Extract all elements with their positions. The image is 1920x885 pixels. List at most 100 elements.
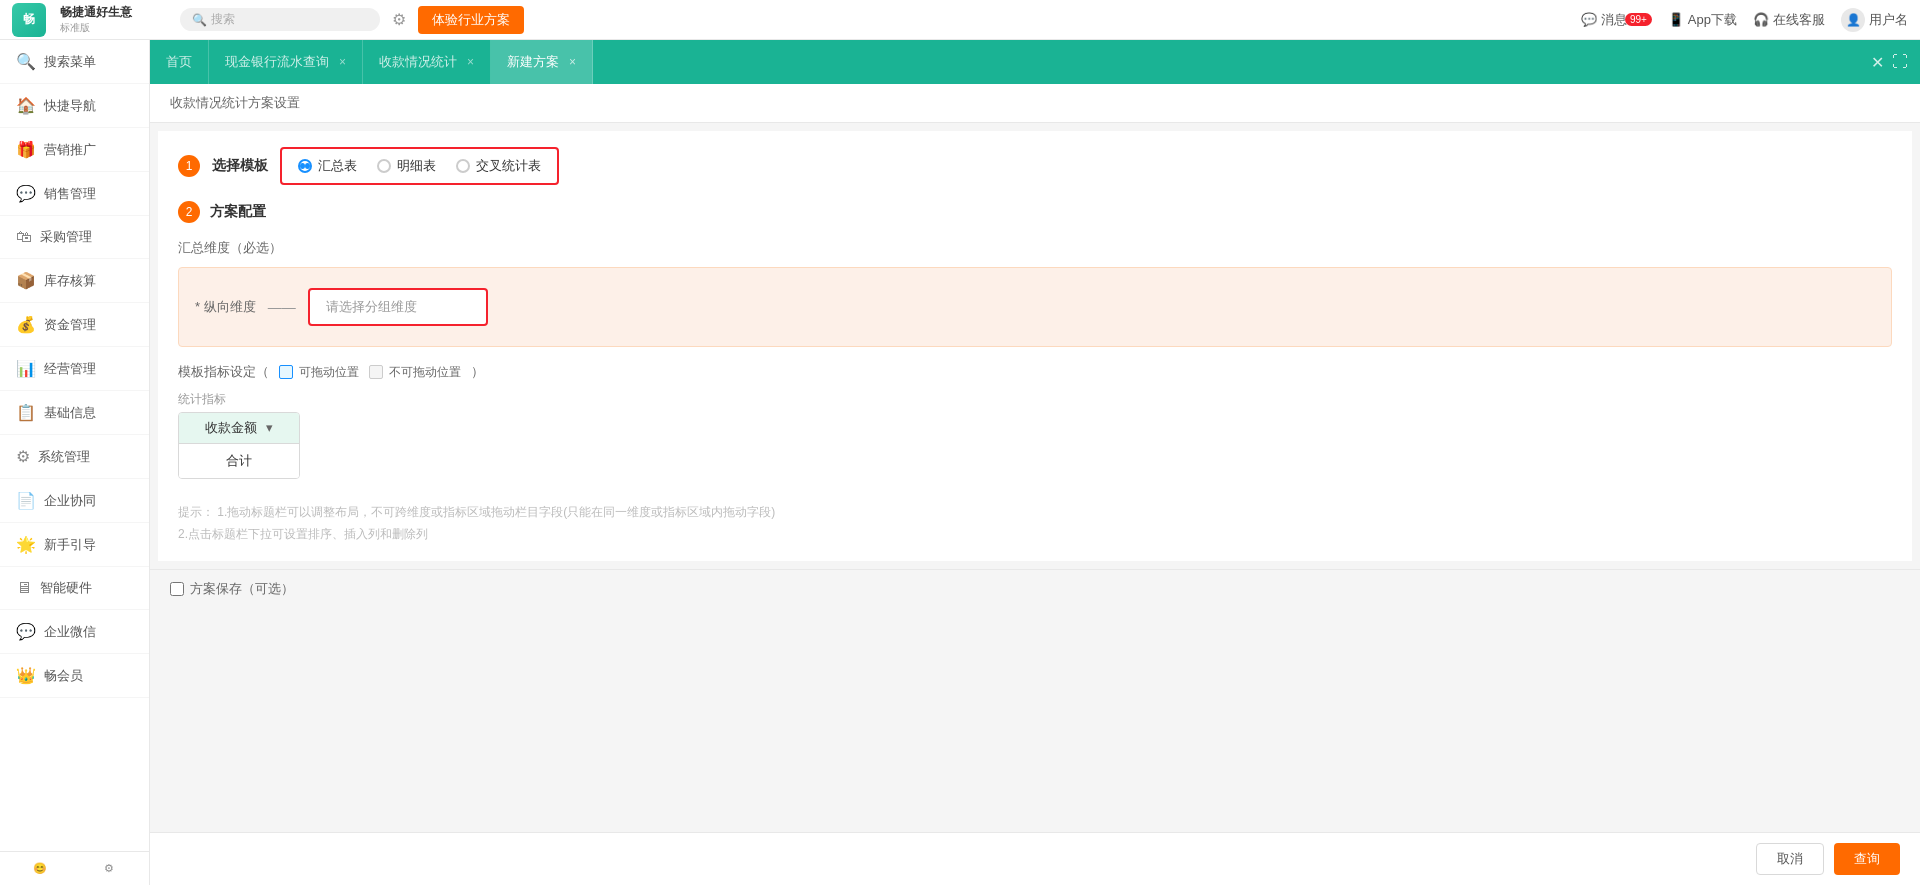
- top-right-area: 💬 消息 99+ 📱 App下载 🎧 在线客服 👤 用户名: [1581, 8, 1908, 32]
- sidebar-item-purchase[interactable]: 🛍 采购管理: [0, 216, 149, 259]
- metrics-table: 收款金额 ▾ 合计: [178, 412, 300, 479]
- sidebar-item-label: 畅会员: [44, 667, 83, 685]
- sidebar-item-label: 快捷导航: [44, 97, 96, 115]
- step2-section: 2 方案配置 汇总维度（必选） * 纵向维度 —— 请选择分组维度: [178, 201, 1892, 545]
- sidebar-item-smart-hw[interactable]: 🖥 智能硬件: [0, 567, 149, 610]
- dimension-section-label: 汇总维度（必选）: [178, 239, 1892, 257]
- metrics-dropdown-icon[interactable]: ▾: [266, 420, 273, 435]
- tab-close-bank-flow[interactable]: ×: [339, 55, 346, 69]
- sidebar-item-quick-nav[interactable]: 🏠快捷导航: [0, 84, 149, 128]
- non-draggable-icon: [369, 365, 383, 379]
- cancel-button[interactable]: 取消: [1756, 843, 1824, 875]
- tab-receipt-stats[interactable]: 收款情况统计×: [363, 40, 491, 84]
- sidebar-item-operations[interactable]: 📊经营管理: [0, 347, 149, 391]
- dimension-row: * 纵向维度 —— 请选择分组维度: [195, 288, 1875, 326]
- corp-wechat-icon: 💬: [16, 622, 36, 641]
- sidebar-item-sales[interactable]: 💬 销售管理: [0, 172, 149, 216]
- metrics-table-area: 统计指标 收款金额 ▾ 合计: [178, 391, 1892, 482]
- sidebar-item-label: 系统管理: [38, 448, 90, 466]
- sidebar-item-label: 搜索菜单: [44, 53, 96, 71]
- sidebar-item-label: 采购管理: [40, 228, 92, 246]
- stats-label-col: 统计指标 收款金额 ▾ 合计: [178, 391, 300, 482]
- base-info-icon: 📋: [16, 403, 36, 422]
- sidebar-item-search-menu[interactable]: 🔍搜索菜单: [0, 40, 149, 84]
- sidebar: 🔍搜索菜单🏠快捷导航 🎁 营销推广 💬 销售管理 🛍 采购管理 📦 库存核算 💰资金管理📊经营管理…: [0, 40, 150, 885]
- tab-bank-flow[interactable]: 现金银行流水查询 ×: [209, 40, 363, 84]
- radio-summary[interactable]: 汇总表: [298, 157, 357, 175]
- draggable-indicator: 可拖动位置: [279, 364, 359, 381]
- radio-circle-detail: [377, 159, 391, 173]
- guide-icon: 🌟: [16, 535, 36, 554]
- tab-label-home: 首页: [166, 53, 192, 71]
- tab-bar: 首页现金银行流水查询×收款情况统计×新建方案× ✕ ⛶: [150, 40, 1920, 84]
- top-bar: 畅 畅捷通好生意 标准版 🔍 搜索 ⚙ 体验行业方案 💬 消息 99+ 📱 Ap…: [0, 0, 1920, 40]
- tab-new-plan[interactable]: 新建方案 ×: [491, 40, 593, 84]
- tab-bar-actions: ✕ ⛶: [1859, 40, 1920, 84]
- sidebar-bottom-right[interactable]: ⚙: [79, 862, 140, 875]
- trial-button[interactable]: 体验行业方案: [418, 6, 524, 34]
- page-content: 收款情况统计方案设置 1 选择模板 汇总表 明细表: [150, 84, 1920, 832]
- step2-badge: 2: [178, 201, 200, 223]
- step1-badge: 1: [178, 155, 200, 177]
- search-area[interactable]: 🔍 搜索: [180, 8, 380, 31]
- tab-close-receipt-stats[interactable]: ×: [467, 55, 474, 69]
- close-window-icon[interactable]: ✕: [1871, 53, 1884, 72]
- dimension-input[interactable]: 请选择分组维度: [308, 288, 488, 326]
- radio-detail[interactable]: 明细表: [377, 157, 436, 175]
- radio-circle-summary: [298, 159, 312, 173]
- step2-title: 方案配置: [210, 203, 266, 221]
- operations-icon: 📊: [16, 359, 36, 378]
- step1-title: 选择模板: [212, 157, 268, 175]
- tips-section: 提示： 1.拖动标题栏可以调整布局，不可跨维度或指标区域拖动栏目字段(只能在同一…: [178, 502, 1892, 545]
- download-btn[interactable]: 📱 App下载: [1668, 11, 1737, 29]
- app-name: 畅捷通好生意 标准版: [60, 5, 132, 34]
- metrics-header-cell[interactable]: 收款金额 ▾: [179, 413, 299, 444]
- metrics-total-cell: 合计: [179, 444, 299, 478]
- notification-btn[interactable]: 💬 消息 99+: [1581, 11, 1652, 29]
- sidebar-item-label: 企业微信: [44, 623, 96, 641]
- draggable-icon: [279, 365, 293, 379]
- finance-icon: 💰: [16, 315, 36, 334]
- step2-header: 2 方案配置: [178, 201, 1892, 223]
- tab-label-new-plan: 新建方案: [507, 53, 559, 71]
- sidebar-item-finance[interactable]: 💰资金管理: [0, 303, 149, 347]
- support-btn[interactable]: 🎧 在线客服: [1753, 11, 1825, 29]
- tab-close-new-plan[interactable]: ×: [569, 55, 576, 69]
- user-area[interactable]: 👤 用户名: [1841, 8, 1908, 32]
- action-bar: 取消 查询: [150, 832, 1920, 885]
- sidebar-item-label: 基础信息: [44, 404, 96, 422]
- sidebar-item-base-info[interactable]: 📋 基础信息: [0, 391, 149, 435]
- sidebar-item-label: 智能硬件: [40, 579, 92, 597]
- step1-row: 1 选择模板 汇总表 明细表 交叉统计表: [178, 147, 1892, 185]
- corp-collab-icon: 📄: [16, 491, 36, 510]
- sidebar-item-guide[interactable]: 🌟新手引导: [0, 523, 149, 567]
- marketing-icon: 🎁: [16, 140, 36, 159]
- tab-label-bank-flow: 现金银行流水查询: [225, 53, 329, 71]
- template-selector: 汇总表 明细表 交叉统计表: [280, 147, 559, 185]
- tab-home[interactable]: 首页: [150, 40, 209, 84]
- smart-hw-icon: 🖥: [16, 579, 32, 597]
- sidebar-item-label: 营销推广: [44, 141, 96, 159]
- query-button[interactable]: 查询: [1834, 843, 1900, 875]
- sidebar-item-marketing[interactable]: 🎁 营销推广: [0, 128, 149, 172]
- vertical-dim-label: * 纵向维度: [195, 298, 256, 316]
- sidebar-item-label: 库存核算: [44, 272, 96, 290]
- sidebar-item-system[interactable]: ⚙ 系统管理: [0, 435, 149, 479]
- save-checkbox[interactable]: [170, 582, 184, 596]
- sales-icon: 💬: [16, 184, 36, 203]
- sidebar-item-corp-wechat[interactable]: 💬 企业微信: [0, 610, 149, 654]
- system-icon: ⚙: [16, 447, 30, 466]
- metrics-section: 模板指标设定（ 可拖动位置 不可拖动位置 ）: [178, 363, 1892, 482]
- sidebar-bottom-left[interactable]: 😊: [10, 862, 71, 875]
- metrics-header: 模板指标设定（ 可拖动位置 不可拖动位置 ）: [178, 363, 1892, 381]
- gear-icon[interactable]: ⚙: [388, 6, 410, 33]
- save-option[interactable]: 方案保存（可选）: [170, 580, 294, 598]
- sidebar-item-corp-collab[interactable]: 📄企业协同: [0, 479, 149, 523]
- sidebar-item-member[interactable]: 👑畅会员: [0, 654, 149, 698]
- sidebar-item-label: 销售管理: [44, 185, 96, 203]
- radio-cross[interactable]: 交叉统计表: [456, 157, 541, 175]
- purchase-icon: 🛍: [16, 228, 32, 246]
- maximize-icon[interactable]: ⛶: [1892, 53, 1908, 71]
- sidebar-item-inventory[interactable]: 📦 库存核算: [0, 259, 149, 303]
- inventory-icon: 📦: [16, 271, 36, 290]
